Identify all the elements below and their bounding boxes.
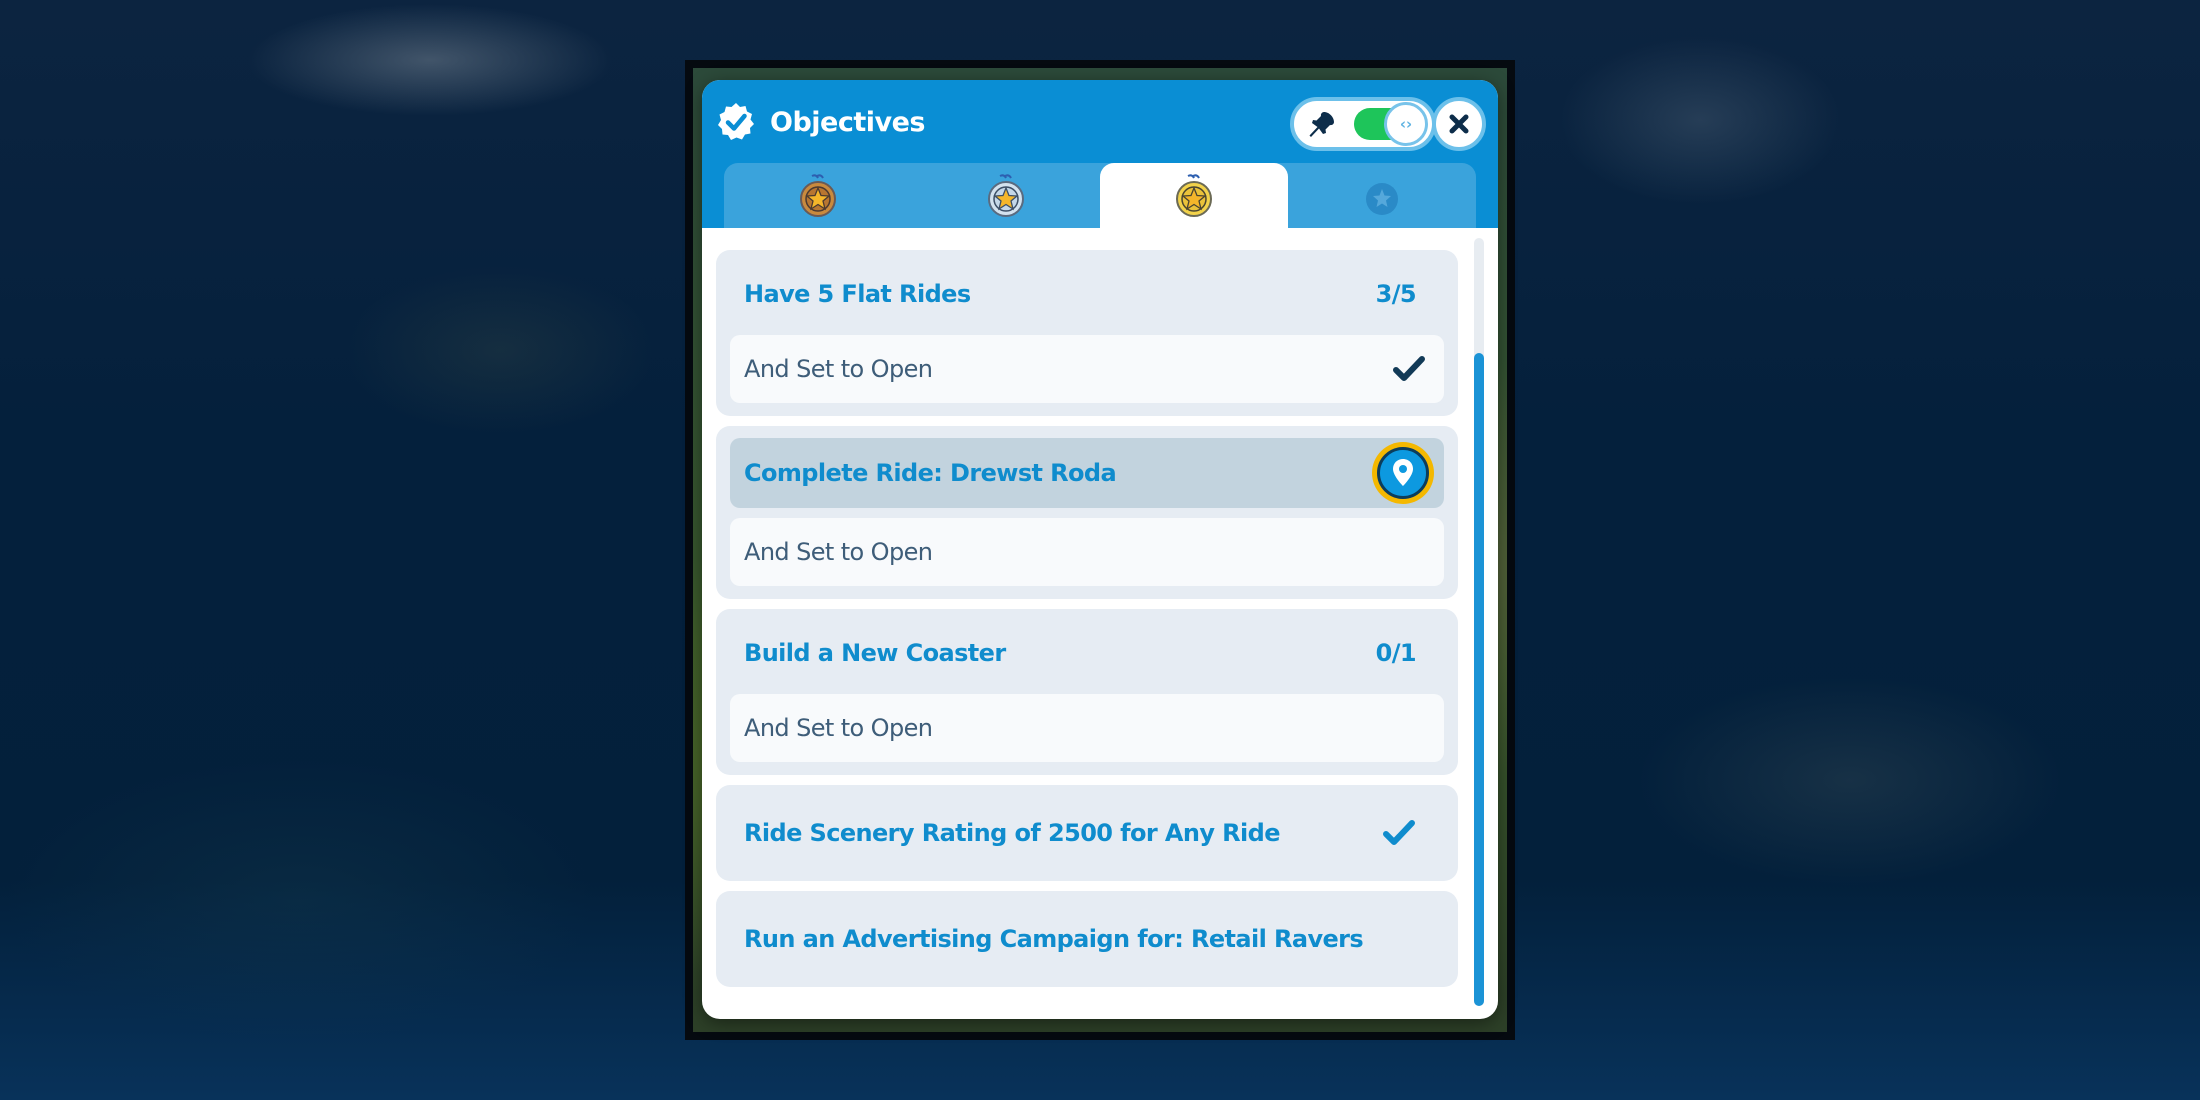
completed-checkmark-icon (1383, 820, 1415, 845)
pin-toggle-switch[interactable]: ‹› (1354, 102, 1428, 146)
tab-bronze[interactable] (724, 163, 912, 228)
window-title: Objectives (770, 106, 926, 138)
objective-progress: 3/5 (1375, 280, 1417, 308)
objective-header: Ride Scenery Rating of 2500 for Any Ride (730, 798, 1444, 868)
close-icon (1449, 114, 1469, 134)
scrollbar-track[interactable] (1474, 238, 1484, 1006)
subtask-label: And Set to Open (744, 355, 933, 383)
objective-title: Have 5 Flat Rides (744, 280, 971, 308)
objective-title: Ride Scenery Rating of 2500 for Any Ride (744, 819, 1280, 847)
pin-toggle-button[interactable]: ‹› (1290, 97, 1436, 151)
close-button[interactable] (1432, 97, 1486, 151)
locate-button-inner (1377, 447, 1429, 499)
tab-silver[interactable] (912, 163, 1100, 228)
objective-subtask: And Set to Open (730, 518, 1444, 586)
objective-item[interactable]: Ride Scenery Rating of 2500 for Any Ride (716, 785, 1458, 881)
map-pin-icon (1393, 459, 1413, 486)
silver-medal-icon (988, 173, 1024, 217)
toggle-knob[interactable]: ‹› (1384, 102, 1428, 146)
objective-header: Build a New Coaster 0/1 (730, 622, 1444, 684)
objective-progress: 0/1 (1375, 639, 1417, 667)
objective-item[interactable]: Build a New Coaster 0/1 And Set to Open (716, 609, 1458, 775)
objective-header: Complete Ride: Drewst Roda (730, 438, 1444, 508)
objective-title: Build a New Coaster (744, 639, 1006, 667)
objective-header: Have 5 Flat Rides 3/5 (730, 263, 1444, 325)
objective-item[interactable]: Run an Advertising Campaign for: Retail … (716, 891, 1458, 987)
subtask-label: And Set to Open (744, 538, 933, 566)
objectives-window: Objectives ‹› Have 5 Flat Rides 3/5 And … (702, 80, 1498, 1019)
header-controls: ‹› (1290, 97, 1436, 151)
objective-item[interactable]: Have 5 Flat Rides 3/5 And Set to Open (716, 250, 1458, 416)
verified-badge-icon (718, 103, 754, 140)
tab-gold[interactable] (1100, 163, 1288, 228)
objectives-list: Have 5 Flat Rides 3/5 And Set to Open Co… (702, 228, 1498, 1019)
bronze-medal-icon (800, 173, 836, 217)
window-header: Objectives ‹› (702, 80, 1498, 228)
pin-icon (1309, 112, 1334, 137)
objective-subtask: And Set to Open (730, 694, 1444, 762)
objective-header: Run an Advertising Campaign for: Retail … (730, 904, 1444, 974)
locked-medal-icon (1366, 182, 1398, 215)
checkmark-icon (1393, 356, 1425, 381)
objective-title: Run an Advertising Campaign for: Retail … (744, 925, 1364, 953)
medal-tabs (724, 163, 1476, 228)
scrollbar-thumb[interactable] (1474, 353, 1484, 1006)
objective-title: Complete Ride: Drewst Roda (744, 459, 1117, 487)
objective-item[interactable]: Complete Ride: Drewst Roda And Set to Op… (716, 426, 1458, 599)
subtask-label: And Set to Open (744, 714, 933, 742)
title-area: Objectives (716, 102, 926, 142)
gold-medal-icon (1176, 173, 1212, 217)
tab-locked[interactable] (1288, 163, 1476, 228)
objective-subtask: And Set to Open (730, 335, 1444, 403)
locate-ride-button[interactable] (1372, 442, 1434, 504)
